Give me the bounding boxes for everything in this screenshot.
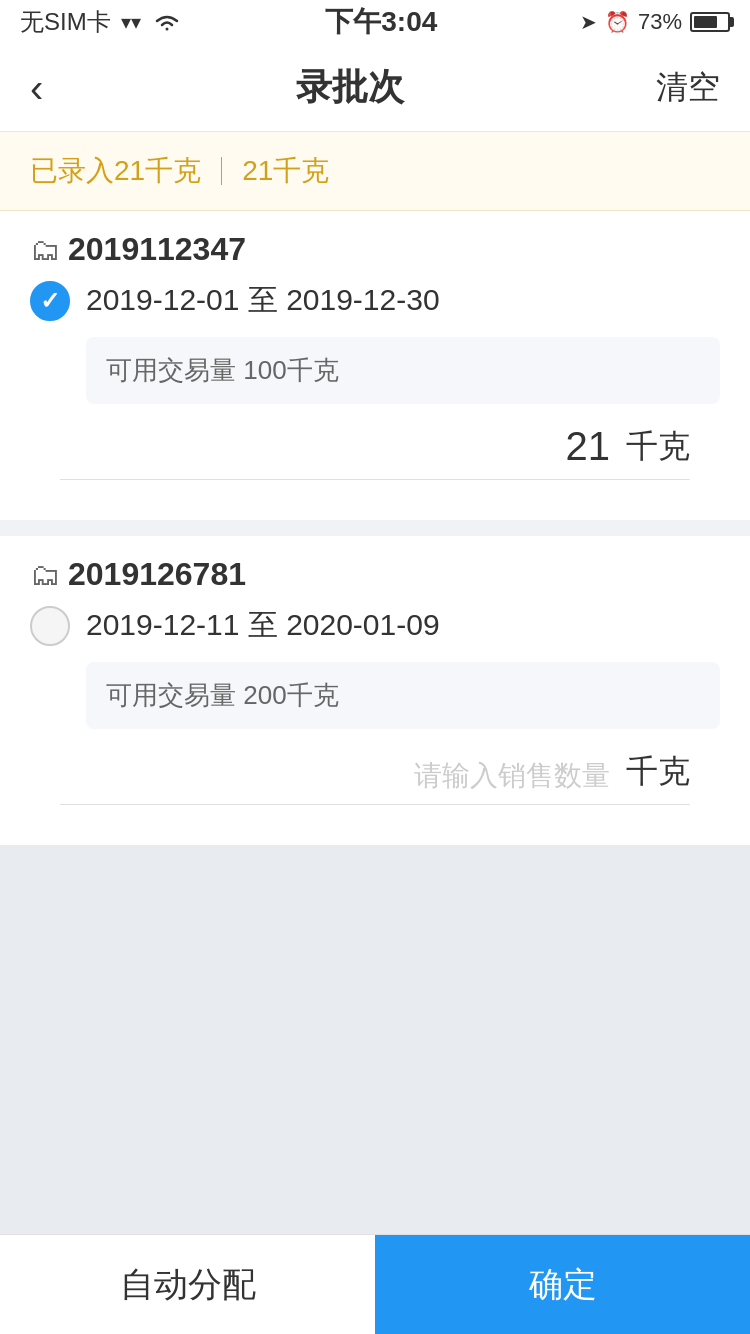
banner-divider [221, 157, 222, 185]
recorded-amount: 已录入21千克 [30, 152, 201, 190]
batch-item-2: 🗂 2019126781 2019-12-11 至 2020-01-09 可用交… [0, 520, 750, 845]
clear-button[interactable]: 清空 [656, 66, 720, 110]
batch-1-amount-row: 千克 [30, 404, 720, 469]
batch-1-divider [60, 479, 690, 480]
status-bar: 无SIM卡 ▾▾ 下午3:04 ➤ ⏰ 73% [0, 0, 750, 44]
batch-1-amount-unit: 千克 [626, 425, 690, 469]
location-icon: ➤ [580, 10, 597, 34]
batch-2-amount-row: 千克 [30, 729, 720, 794]
bottom-bar: 自动分配 确定 [0, 1234, 750, 1334]
batch-1-number: 2019112347 [68, 231, 246, 268]
batch-1-radio[interactable] [30, 281, 70, 321]
batch-1-header: 🗂 2019112347 [30, 231, 720, 268]
battery-percent: 73% [638, 9, 682, 35]
confirm-button[interactable]: 确定 [375, 1235, 750, 1334]
batch-icon-1: 🗂 [30, 233, 60, 267]
batch-item-1: 🗂 2019112347 2019-12-01 至 2019-12-30 可用交… [0, 211, 750, 520]
status-time: 下午3:04 [325, 3, 437, 41]
batch-2-amount-input[interactable] [310, 749, 610, 794]
batch-2-divider [60, 804, 690, 805]
page-title: 录批次 [296, 63, 404, 112]
batch-2-date-row: 2019-12-11 至 2020-01-09 [30, 605, 720, 646]
nav-bar: ‹ 录批次 清空 [0, 44, 750, 132]
battery-icon [690, 12, 730, 32]
batch-1-available: 可用交易量 100千克 [86, 337, 720, 404]
sim-text: 无SIM卡 [20, 6, 111, 38]
back-button[interactable]: ‹ [30, 68, 43, 108]
batch-2-radio[interactable] [30, 606, 70, 646]
info-banner: 已录入21千克 21千克 [0, 132, 750, 211]
batch-icon-2: 🗂 [30, 558, 60, 592]
batch-1-date-row: 2019-12-01 至 2019-12-30 [30, 280, 720, 321]
total-amount: 21千克 [242, 152, 329, 190]
batch-2-amount-unit: 千克 [626, 750, 690, 794]
alarm-icon: ⏰ [605, 10, 630, 34]
wifi-signal-icon [151, 11, 183, 33]
wifi-icon: ▾▾ [121, 10, 141, 34]
batch-1-date: 2019-12-01 至 2019-12-30 [86, 280, 440, 321]
status-right: ➤ ⏰ 73% [580, 9, 730, 35]
status-left: 无SIM卡 ▾▾ [20, 6, 183, 38]
batch-2-header: 🗂 2019126781 [30, 556, 720, 593]
batch-list: 🗂 2019112347 2019-12-01 至 2019-12-30 可用交… [0, 211, 750, 845]
batch-2-available: 可用交易量 200千克 [86, 662, 720, 729]
batch-1-amount-input[interactable] [490, 424, 610, 469]
batch-2-number: 2019126781 [68, 556, 246, 593]
batch-2-date: 2019-12-11 至 2020-01-09 [86, 605, 440, 646]
auto-distribute-button[interactable]: 自动分配 [0, 1235, 375, 1334]
